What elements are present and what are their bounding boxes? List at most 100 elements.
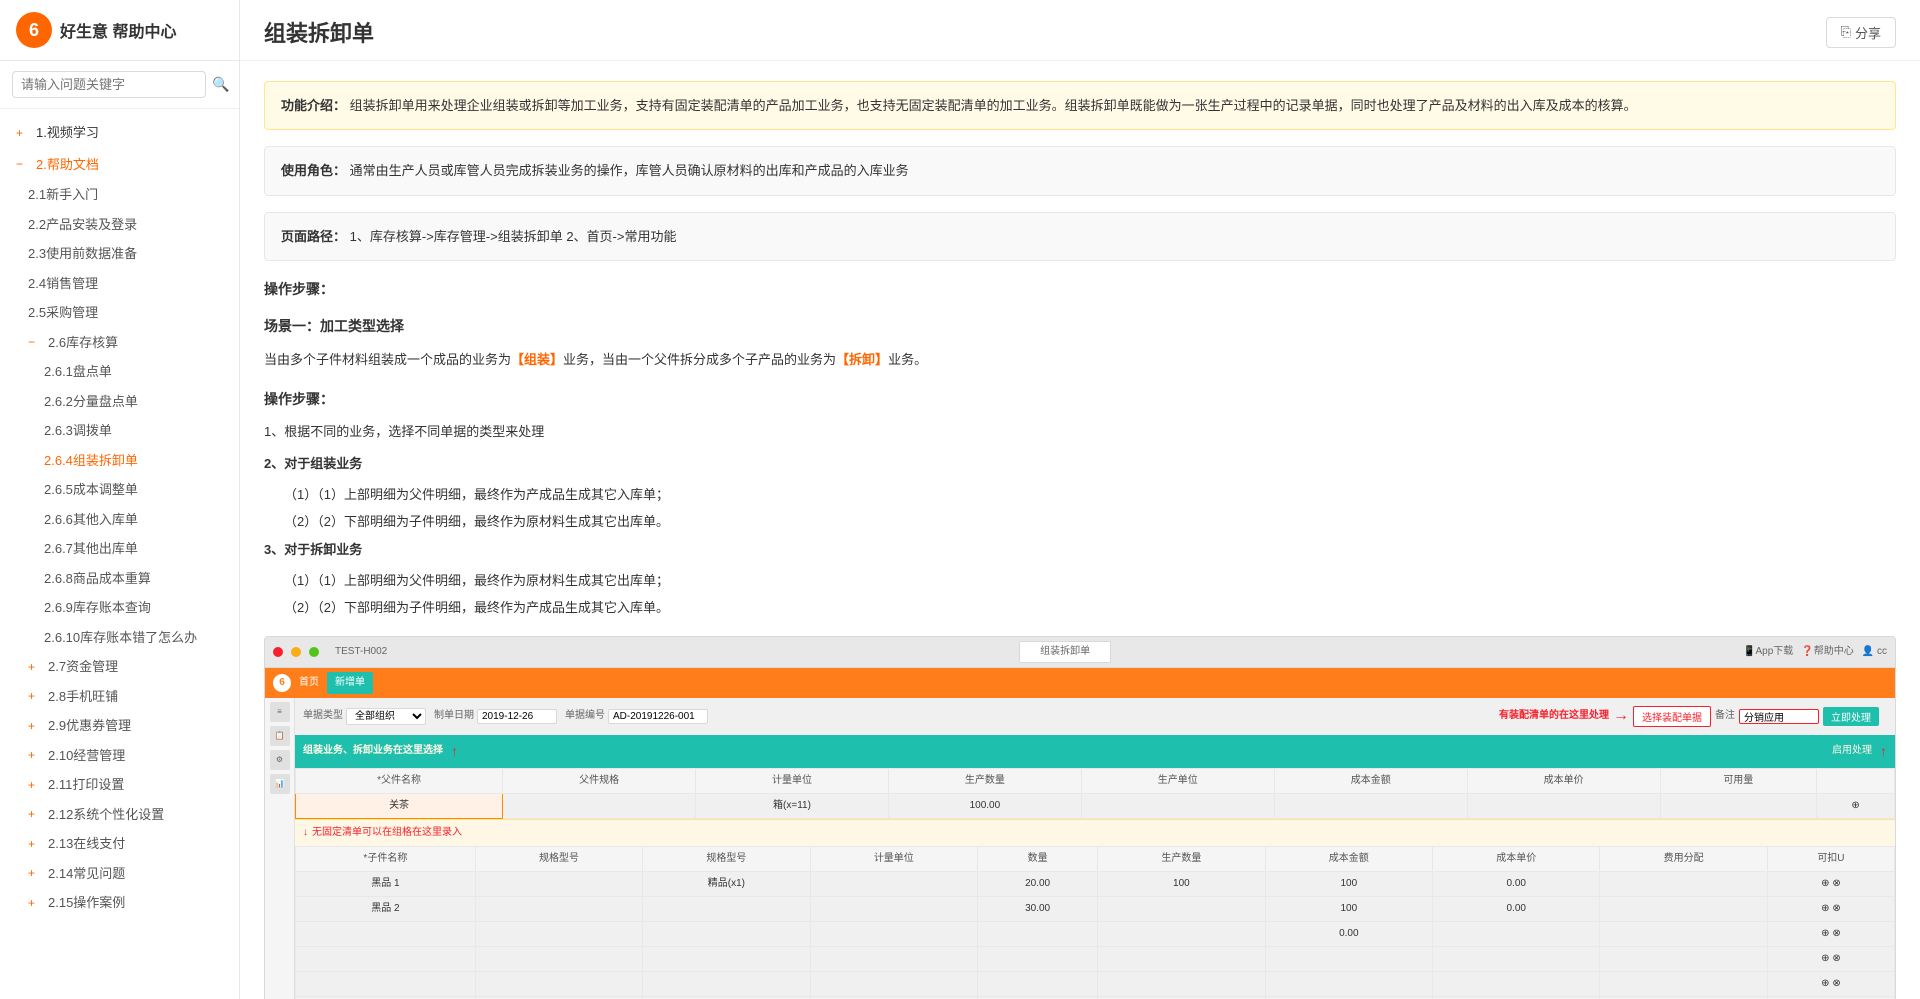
step3-text: 3、对于拆卸业务 bbox=[264, 538, 1896, 561]
sc-remark-input[interactable] bbox=[1739, 709, 1819, 724]
sidebar-item-assembly[interactable]: 2.6.4组装拆卸单 bbox=[44, 446, 239, 476]
sc-orderno-input[interactable] bbox=[608, 709, 708, 724]
sidebar-item-stock-check[interactable]: 2.6.9库存账本查询 bbox=[44, 593, 239, 623]
sidebar-item-other-in[interactable]: 2.6.6其他入库单 bbox=[44, 505, 239, 535]
sc-date-input[interactable] bbox=[477, 709, 557, 724]
sidebar-item-pay[interactable]: + 2.13在线支付 bbox=[28, 829, 239, 859]
sidebar-item-new[interactable]: 2.1新手入门 bbox=[28, 180, 239, 210]
step2-sublist: （1）上部明细为父件明细，最终作为产成品生成其它入库单； （2）下部明细为子件明… bbox=[264, 483, 1896, 534]
role-label: 使用角色： bbox=[281, 163, 346, 178]
sc-sidebar-icon-1: ≡ bbox=[270, 702, 290, 722]
sidebar-item-sales[interactable]: 2.4销售管理 bbox=[28, 269, 239, 299]
func-intro-label: 功能介绍： bbox=[281, 98, 346, 113]
sc-col-sub-unit: 计量单位 bbox=[810, 846, 977, 871]
sidebar-header: 6 好生意 帮助中心 bbox=[0, 0, 239, 61]
ops-expand-icon: + bbox=[28, 746, 42, 764]
sc-col-sub-action: 可扣U bbox=[1767, 846, 1894, 871]
sc-col-unit: 计量单位 bbox=[696, 768, 889, 793]
sc-help-icon: ❓帮助中心 bbox=[1801, 643, 1853, 661]
sc-col-action bbox=[1817, 768, 1895, 793]
sidebar-item-custom[interactable]: + 2.12系统个性化设置 bbox=[28, 800, 239, 830]
sidebar-item-inventory[interactable]: − 2.6库存核算 bbox=[28, 328, 239, 358]
step2-text: 2、对于组装业务 bbox=[264, 452, 1896, 475]
sidebar-item-print[interactable]: + 2.11打印设置 bbox=[28, 770, 239, 800]
sc-right-actions: 有装配清单的在这里处理 → 选择装配单据 备注 立即处理 bbox=[716, 702, 1887, 731]
sc-ann-process: 有装配清单的在这里处理 bbox=[1499, 707, 1609, 725]
sc-orderno-field: 单据编号 bbox=[565, 707, 708, 725]
ops-title: 操作步骤： bbox=[264, 277, 1896, 302]
role-block: 使用角色： 通常由生产人员或库管人员完成拆装业务的操作，库管人员确认原材料的出库… bbox=[264, 146, 1896, 195]
sidebar-item-ops[interactable]: + 2.10经营管理 bbox=[28, 741, 239, 771]
sc-col-cost-price: 成本单价 bbox=[1467, 768, 1660, 793]
sidebar-item-data[interactable]: 2.3使用前数据准备 bbox=[28, 239, 239, 269]
sc-col-parent-spec: 父件规格 bbox=[503, 768, 696, 793]
sidebar-item-stocktake[interactable]: 2.6.1盘点单 bbox=[44, 357, 239, 387]
sc-lower-row-1: 黑品 1 精品(x1) 20.00 100 100 0.00 ⊕ ⊗ bbox=[296, 871, 1895, 896]
docs-subnav: 2.1新手入门 2.2产品安装及登录 2.3使用前数据准备 2.4销售管理 2.… bbox=[0, 180, 239, 918]
sc-order-type-select[interactable]: 全部组织 bbox=[346, 708, 426, 725]
sidebar-item-faq[interactable]: + 2.14常见问题 bbox=[28, 859, 239, 889]
step3-sub1: （1）上部明细为父件明细，最终作为原材料生成其它出库单； bbox=[284, 569, 1896, 592]
sidebar-item-cost-calc[interactable]: 2.6.8商品成本重算 bbox=[44, 564, 239, 594]
sidebar-item-coupon[interactable]: + 2.9优惠券管理 bbox=[28, 711, 239, 741]
sidebar-item-cases[interactable]: + 2.15操作案例 bbox=[28, 888, 239, 918]
sidebar-item-mobile[interactable]: + 2.8手机旺铺 bbox=[28, 682, 239, 712]
func-intro-text: 组装拆卸单用来处理企业组装或拆卸等加工业务，支持有固定装配清单的产品加工业务，也… bbox=[350, 98, 1637, 113]
sc-app-logo-small: 6 bbox=[273, 674, 291, 692]
sc-app-icon: 📱App下载 bbox=[1743, 643, 1793, 661]
sidebar-item-purchase[interactable]: 2.5采购管理 bbox=[28, 298, 239, 328]
scene1-title: 场景一：加工类型选择 bbox=[264, 314, 1896, 339]
sc-topright: 📱App下载 ❓帮助中心 👤 cc bbox=[1743, 643, 1887, 661]
sc-select-assembly-btn[interactable]: 选择装配单据 bbox=[1633, 706, 1711, 727]
share-button[interactable]: ⎘ 分享 bbox=[1826, 17, 1896, 48]
sidebar-item-install[interactable]: 2.2产品安装及登录 bbox=[28, 210, 239, 240]
sc-nav-new: 新增单 bbox=[327, 672, 373, 694]
main-content: 组装拆卸单 ⎘ 分享 功能介绍： 组装拆卸单用来处理企业组装或拆卸等加工业务，支… bbox=[240, 0, 1920, 999]
func-intro-block: 功能介绍： 组装拆卸单用来处理企业组装或拆卸等加工业务，支持有固定装配清单的产品… bbox=[264, 81, 1896, 130]
sc-no-bom-ann: ↓ 无固定清单可以在组格在这里录入 bbox=[295, 819, 1895, 846]
sc-left-sidebar: ≡ 📋 ⚙ 📊 bbox=[265, 698, 295, 999]
sc-app-nav: 6 首页 新增单 bbox=[265, 668, 1895, 698]
sidebar-item-video[interactable]: + 1.视频学习 bbox=[0, 117, 239, 149]
nav-tree: + 1.视频学习 − 2.帮助文档 2.1新手入门 2.2产品安装及登录 2.3… bbox=[0, 109, 239, 999]
sc-assembly-ann: 组装业务、拆卸业务在这里选择 bbox=[303, 742, 443, 760]
role-text: 通常由生产人员或库管人员完成拆装业务的操作，库管人员确认原材料的出库和产成品的入… bbox=[350, 163, 909, 178]
sidebar-item-cost[interactable]: 2.6.5成本调整单 bbox=[44, 475, 239, 505]
path-label: 页面路径： bbox=[281, 229, 346, 244]
sc-arrow-up2: ↑ bbox=[1880, 739, 1887, 764]
search-button[interactable]: 🔍 bbox=[212, 76, 229, 93]
sidebar-item-finance[interactable]: + 2.7资金管理 bbox=[28, 652, 239, 682]
pay-expand-icon: + bbox=[28, 835, 42, 853]
sc-order-type-field: 单据类型 全部组织 bbox=[303, 707, 426, 725]
sidebar-item-other-out[interactable]: 2.6.7其他出库单 bbox=[44, 534, 239, 564]
sc-form-row1: 单据类型 全部组织 制单日期 单据编号 bbox=[295, 698, 1895, 735]
print-expand-icon: + bbox=[28, 776, 42, 794]
path-text: 1、库存核算->库存管理->组装拆卸单 2、首页->常用功能 bbox=[350, 229, 677, 244]
path-block: 页面路径： 1、库存核算->库存管理->组装拆卸单 2、首页->常用功能 bbox=[264, 212, 1896, 261]
sc-col-qty: 生产数量 bbox=[888, 768, 1081, 793]
sidebar-item-docs[interactable]: − 2.帮助文档 bbox=[0, 149, 239, 181]
main-header: 组装拆卸单 ⎘ 分享 bbox=[240, 0, 1920, 61]
sc-col-sub-costprice: 成本单价 bbox=[1433, 846, 1600, 871]
sc-process-ann: 启用处理 bbox=[1832, 742, 1872, 760]
sc-form-area: 单据类型 全部组织 制单日期 单据编号 bbox=[295, 698, 1895, 999]
sc-submit-btn[interactable]: 立即处理 bbox=[1823, 707, 1879, 726]
sc-arrow1: → bbox=[1613, 702, 1629, 731]
page-title: 组装拆卸单 bbox=[264, 16, 374, 48]
sc-min-dot bbox=[291, 647, 301, 657]
sidebar-item-adjust[interactable]: 2.6.3调拨单 bbox=[44, 416, 239, 446]
sc-col-cost-amt: 成本金额 bbox=[1274, 768, 1467, 793]
sidebar-item-stock-error[interactable]: 2.6.10库存账本错了怎么办 bbox=[44, 623, 239, 653]
ops-steps-title: 操作步骤： bbox=[264, 387, 1896, 412]
sc-col-prod-unit: 生产单位 bbox=[1081, 768, 1274, 793]
custom-expand-icon: + bbox=[28, 805, 42, 823]
sc-user-icon: 👤 cc bbox=[1862, 643, 1887, 661]
sc-sidebar-icon-3: ⚙ bbox=[270, 750, 290, 770]
collapse-icon: − bbox=[16, 155, 30, 173]
sc-sidebar-icon-4: 📊 bbox=[270, 774, 290, 794]
sc-date-field: 制单日期 bbox=[434, 707, 557, 725]
sc-col-sub-name: *子件名称 bbox=[296, 846, 476, 871]
search-input[interactable] bbox=[12, 71, 206, 98]
sidebar-item-split[interactable]: 2.6.2分量盘点单 bbox=[44, 387, 239, 417]
sc-remark-label: 备注 bbox=[1715, 707, 1735, 725]
